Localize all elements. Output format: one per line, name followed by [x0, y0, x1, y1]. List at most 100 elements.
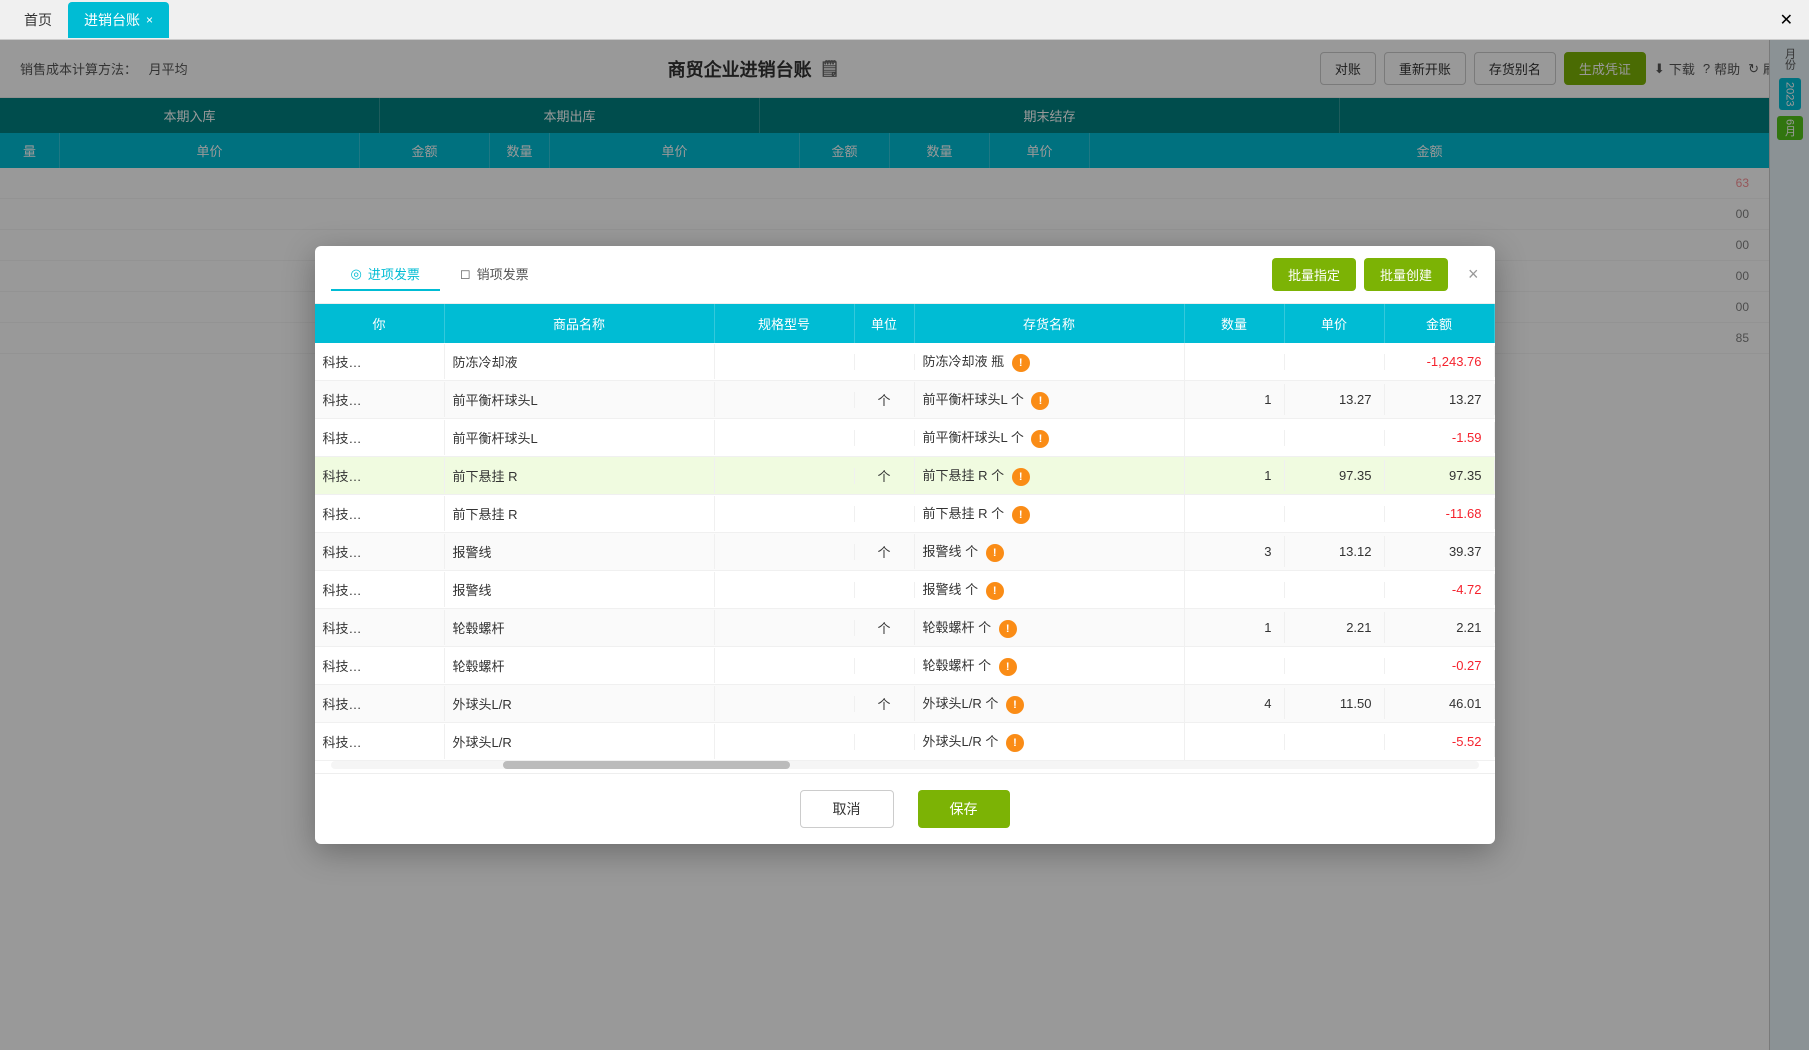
cell-col4: 个 — [855, 686, 915, 721]
th-col5: 存货名称 — [915, 304, 1185, 343]
cell-col6 — [1185, 430, 1285, 446]
cell-col1: 科技… — [315, 572, 445, 607]
cell-col1: 科技… — [315, 382, 445, 417]
horizontal-scrollbar[interactable] — [331, 761, 1479, 769]
cell-col3 — [715, 696, 855, 712]
sales-icon: ◻ — [460, 266, 471, 282]
th-col7: 单价 — [1285, 304, 1385, 343]
warning-icon: ! — [986, 582, 1004, 600]
cell-col5: 轮毂螺杆 个 ! — [915, 609, 1185, 646]
cell-col6 — [1185, 582, 1285, 598]
cell-col3 — [715, 468, 855, 484]
cell-col5: 前平衡杆球头L 个 ! — [915, 381, 1185, 418]
table-row[interactable]: 科技… 防冻冷却液 防冻冷却液 瓶 ! -1,243.76 — [315, 343, 1495, 381]
table-row[interactable]: 科技… 轮毂螺杆 个 轮毂螺杆 个 ! 1 2.21 2.21 — [315, 609, 1495, 647]
table-row[interactable]: 科技… 轮毂螺杆 轮毂螺杆 个 ! -0.27 — [315, 647, 1495, 685]
cell-col4 — [855, 354, 915, 370]
table-row[interactable]: 科技… 前下悬挂 R 前下悬挂 R 个 ! -11.68 — [315, 495, 1495, 533]
cell-col3 — [715, 658, 855, 674]
cell-col6: 3 — [1185, 536, 1285, 567]
cancel-button[interactable]: 取消 — [800, 790, 894, 828]
tab-close-icon[interactable]: × — [146, 13, 153, 27]
batch-create-button[interactable]: 批量创建 — [1364, 258, 1448, 291]
warning-icon: ! — [999, 620, 1017, 638]
table-row[interactable]: 科技… 外球头L/R 个 外球头L/R 个 ! 4 11.50 46.01 — [315, 685, 1495, 723]
th-col6: 数量 — [1185, 304, 1285, 343]
cell-col7 — [1285, 582, 1385, 598]
cell-col2: 前下悬挂 R — [445, 496, 715, 531]
cell-col6: 1 — [1185, 460, 1285, 491]
cell-col5: 轮毂螺杆 个 ! — [915, 647, 1185, 684]
th-col3: 规格型号 — [715, 304, 855, 343]
warning-icon: ! — [999, 658, 1017, 676]
cell-col7: 11.50 — [1285, 688, 1385, 719]
cell-col1: 科技… — [315, 648, 445, 683]
cell-col5: 外球头L/R 个 ! — [915, 685, 1185, 722]
cell-col2: 报警线 — [445, 572, 715, 607]
cell-col7 — [1285, 430, 1385, 446]
cell-col4: 个 — [855, 534, 915, 569]
cell-col3 — [715, 582, 855, 598]
modal-dialog: ◎ 进项发票 ◻ 销项发票 批量指定 批量创建 × — [315, 246, 1495, 844]
cell-col2: 报警线 — [445, 534, 715, 569]
modal-close-button[interactable]: × — [1468, 264, 1479, 285]
table-row[interactable]: 科技… 前下悬挂 R 个 前下悬挂 R 个 ! 1 97.35 97.35 — [315, 457, 1495, 495]
cell-col7: 13.27 — [1285, 384, 1385, 415]
cell-col8: -1,243.76 — [1385, 346, 1495, 377]
window-close-button[interactable]: ✕ — [1780, 10, 1793, 30]
cell-col8: -4.72 — [1385, 574, 1495, 605]
cell-col6: 4 — [1185, 688, 1285, 719]
cell-col4: 个 — [855, 458, 915, 493]
th-col1: 你 — [315, 304, 445, 343]
cell-col4 — [855, 734, 915, 750]
tab-current[interactable]: 进销台账 × — [68, 2, 169, 38]
cell-col8: -1.59 — [1385, 422, 1495, 453]
th-col2: 商品名称 — [445, 304, 715, 343]
warning-icon: ! — [986, 544, 1004, 562]
main-content: 销售成本计算方法： 月平均 商贸企业进销台账 🗒 对账 重新开账 存货别名 生成… — [0, 40, 1809, 1050]
cell-col5: 外球头L/R 个 ! — [915, 723, 1185, 760]
modal-header-buttons: 批量指定 批量创建 × — [1272, 258, 1479, 291]
save-button[interactable]: 保存 — [918, 790, 1010, 828]
cell-col1: 科技… — [315, 458, 445, 493]
cell-col6 — [1185, 506, 1285, 522]
cell-col4 — [855, 430, 915, 446]
modal-overlay: ◎ 进项发票 ◻ 销项发票 批量指定 批量创建 × — [0, 40, 1809, 1050]
table-row[interactable]: 科技… 前平衡杆球头L 前平衡杆球头L 个 ! -1.59 — [315, 419, 1495, 457]
cell-col8: -0.27 — [1385, 650, 1495, 681]
cell-col2: 前平衡杆球头L — [445, 420, 715, 455]
tab-sales-invoice[interactable]: ◻ 销项发票 — [440, 258, 549, 291]
warning-icon: ! — [1012, 468, 1030, 486]
modal-rows-container: 科技… 防冻冷却液 防冻冷却液 瓶 ! -1,243.76 科技… 前平衡杆球头… — [315, 343, 1495, 761]
cell-col6: 1 — [1185, 384, 1285, 415]
cell-col4: 个 — [855, 610, 915, 645]
cell-col2: 外球头L/R — [445, 686, 715, 721]
cell-col4 — [855, 582, 915, 598]
cell-col5: 报警线 个 ! — [915, 533, 1185, 570]
warning-icon: ! — [1012, 506, 1030, 524]
cell-col4 — [855, 506, 915, 522]
scrollbar-thumb[interactable] — [503, 761, 790, 769]
tab-incoming-invoice[interactable]: ◎ 进项发票 — [331, 258, 440, 291]
tab-home[interactable]: 首页 — [8, 2, 68, 38]
cell-col8: 97.35 — [1385, 460, 1495, 491]
warning-icon: ! — [1006, 734, 1024, 752]
incoming-icon: ◎ — [351, 266, 362, 282]
table-row[interactable]: 科技… 前平衡杆球头L 个 前平衡杆球头L 个 ! 1 13.27 13.27 — [315, 381, 1495, 419]
cell-col1: 科技… — [315, 344, 445, 379]
warning-icon: ! — [1012, 354, 1030, 372]
cell-col8: 13.27 — [1385, 384, 1495, 415]
cell-col3 — [715, 430, 855, 446]
cell-col5: 前下悬挂 R 个 ! — [915, 457, 1185, 494]
batch-assign-button[interactable]: 批量指定 — [1272, 258, 1356, 291]
cell-col2: 前下悬挂 R — [445, 458, 715, 493]
cell-col7 — [1285, 506, 1385, 522]
cell-col5: 报警线 个 ! — [915, 571, 1185, 608]
table-row[interactable]: 科技… 报警线 个 报警线 个 ! 3 13.12 39.37 — [315, 533, 1495, 571]
table-row[interactable]: 科技… 外球头L/R 外球头L/R 个 ! -5.52 — [315, 723, 1495, 761]
cell-col6 — [1185, 734, 1285, 750]
warning-icon: ! — [1031, 430, 1049, 448]
cell-col5: 防冻冷却液 瓶 ! — [915, 343, 1185, 380]
table-row[interactable]: 科技… 报警线 报警线 个 ! -4.72 — [315, 571, 1495, 609]
warning-icon: ! — [1031, 392, 1049, 410]
